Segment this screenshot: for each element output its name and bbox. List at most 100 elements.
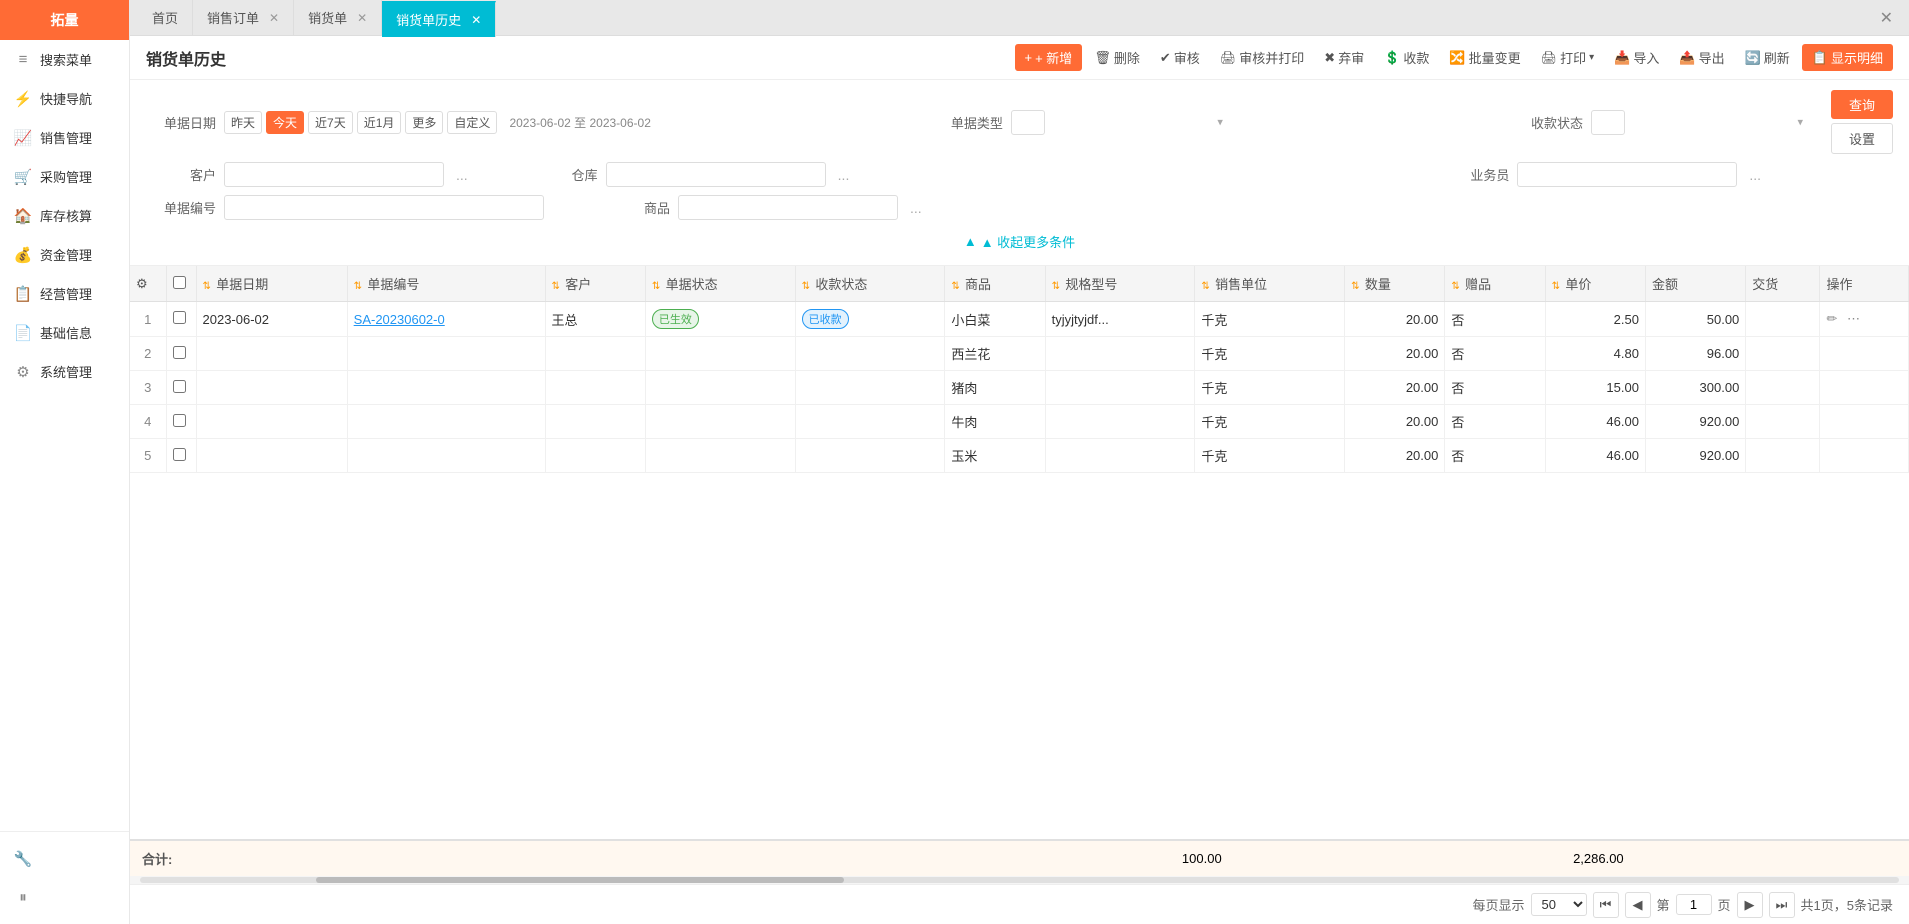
col-doc-status[interactable]: ⇅ 单据状态 [645, 266, 795, 302]
setting-button[interactable]: 设置 [1831, 123, 1893, 154]
footer-total-qty: 100.00 [1182, 851, 1222, 866]
goods-filter-input[interactable] [678, 195, 898, 220]
import-button[interactable]: 📥 导入 [1606, 44, 1667, 71]
col-gift[interactable]: ⇅ 赠品 [1445, 266, 1545, 302]
show-detail-button[interactable]: 📋 显示明细 [1802, 44, 1893, 71]
sidebar-settings-btn[interactable]: 🔧 [0, 840, 129, 878]
delete-icon: 🗑 [1094, 50, 1111, 66]
date-btn-7days[interactable]: 近7天 [308, 111, 353, 134]
sidebar-item-purchase-mgmt[interactable]: 🛒 采购管理 [0, 157, 129, 196]
more-btn-1[interactable]: ⋯ [1847, 311, 1860, 326]
audit-print-button[interactable]: 🖨 审核并打印 [1212, 44, 1313, 71]
row-action-1: ✏ ⋯ [1820, 302, 1909, 337]
page-size-select[interactable]: 50 100 200 [1531, 893, 1587, 916]
sidebar-item-quick-nav[interactable]: ⚡ 快捷导航 [0, 79, 129, 118]
row-doc-no-1[interactable]: SA-20230602-0 [347, 302, 545, 337]
date-btn-custom[interactable]: 自定义 [447, 111, 497, 134]
last-page-btn[interactable]: ⏭ [1769, 892, 1795, 918]
row-check-1[interactable] [166, 302, 196, 337]
page-number-input[interactable] [1676, 894, 1712, 915]
col-qty[interactable]: ⇅ 数量 [1345, 266, 1445, 302]
collect-status-select[interactable] [1591, 110, 1625, 135]
gear-icon[interactable]: ⚙ [136, 276, 148, 291]
refresh-button[interactable]: 🔄 刷新 [1737, 44, 1798, 71]
sidebar-item-finance-mgmt[interactable]: 💰 资金管理 [0, 235, 129, 274]
row-check-5[interactable] [166, 439, 196, 473]
col-customer[interactable]: ⇅ 客户 [545, 266, 645, 302]
col-doc-no[interactable]: ⇅ 单据编号 [347, 266, 545, 302]
col-goods[interactable]: ⇅ 商品 [945, 266, 1045, 302]
sidebar-item-sales-mgmt[interactable]: 📈 销售管理 [0, 118, 129, 157]
row-doc-no-2 [347, 337, 545, 371]
sidebar-item-inventory[interactable]: 🏠 库存核算 [0, 196, 129, 235]
prev-page-btn[interactable]: ◀ [1625, 892, 1651, 918]
filter-row-docno: 单据编号 商品 ... [146, 195, 1893, 220]
col-spec[interactable]: ⇅ 规格型号 [1045, 266, 1195, 302]
print-dropdown-icon: ▾ [1589, 52, 1594, 63]
date-btn-1month[interactable]: 近1月 [357, 111, 402, 134]
collect-button[interactable]: 💲 收款 [1376, 44, 1437, 71]
row-check-4[interactable] [166, 405, 196, 439]
row-checkbox-2[interactable] [173, 346, 186, 359]
warehouse-dots[interactable]: ... [834, 167, 854, 183]
sidebar-item-search-menu[interactable]: ≡ 搜索菜单 [0, 40, 129, 79]
col-unit-price[interactable]: ⇅ 单价 [1545, 266, 1645, 302]
row-gift-4: 否 [1445, 405, 1545, 439]
salesperson-filter-input[interactable] [1517, 162, 1737, 187]
collapse-button[interactable]: ▲ ▲ 收起更多条件 [146, 228, 1893, 255]
query-button[interactable]: 查询 [1831, 90, 1893, 119]
goods-dots[interactable]: ... [906, 200, 926, 216]
docno-filter-input[interactable] [224, 195, 544, 220]
tab-sales-history-close[interactable]: ✕ [471, 13, 481, 27]
sidebar-item-ops-mgmt[interactable]: 📋 经营管理 [0, 274, 129, 313]
row-qty-1: 20.00 [1345, 302, 1445, 337]
row-checkbox-3[interactable] [173, 380, 186, 393]
date-btn-today[interactable]: 今天 [266, 111, 304, 134]
row-check-3[interactable] [166, 371, 196, 405]
customer-dots[interactable]: ... [452, 167, 472, 183]
row-checkbox-5[interactable] [173, 448, 186, 461]
batch-change-button[interactable]: 🔀 批量变更 [1441, 44, 1528, 71]
scrollbar-thumb[interactable] [316, 877, 844, 883]
col-collect-status[interactable]: ⇅ 收款状态 [795, 266, 945, 302]
type-filter-select[interactable] [1011, 110, 1045, 135]
row-checkbox-1[interactable] [173, 311, 186, 324]
audit-button[interactable]: ✔ 审核 [1152, 44, 1208, 71]
salesperson-dots[interactable]: ... [1745, 167, 1765, 183]
export-icon: 📤 [1679, 50, 1695, 66]
next-page-btn[interactable]: ▶ [1737, 892, 1763, 918]
export-button[interactable]: 📤 导出 [1671, 44, 1732, 71]
sidebar-item-base-info[interactable]: 📄 基础信息 [0, 313, 129, 352]
tab-sales-delivery-close[interactable]: ✕ [357, 11, 367, 25]
scrollbar-track[interactable] [140, 877, 1899, 883]
tab-bar-close-btn[interactable]: ✕ [1872, 8, 1901, 28]
horizontal-scrollbar[interactable] [130, 876, 1909, 884]
warehouse-filter-input[interactable] [606, 162, 826, 187]
edit-btn-1[interactable]: ✏ [1826, 311, 1837, 326]
row-doc-date-5 [196, 439, 347, 473]
col-gear[interactable]: ⚙ [130, 266, 166, 302]
doc-no-link-1[interactable]: SA-20230602-0 [354, 312, 445, 327]
sort-icon-gift: ⇅ [1451, 281, 1459, 292]
tab-sales-order-close[interactable]: ✕ [269, 11, 279, 25]
select-all-checkbox[interactable] [173, 276, 186, 289]
customer-filter-input[interactable] [224, 162, 444, 187]
row-check-2[interactable] [166, 337, 196, 371]
abandon-button[interactable]: ✖ 弃审 [1316, 44, 1372, 71]
col-unit[interactable]: ⇅ 销售单位 [1195, 266, 1345, 302]
sidebar-item-sys-mgmt[interactable]: ⚙ 系统管理 [0, 352, 129, 391]
tab-sales-history[interactable]: 销货单历史 ✕ [382, 1, 496, 37]
row-checkbox-4[interactable] [173, 414, 186, 427]
first-page-btn[interactable]: ⏮ [1593, 892, 1619, 918]
add-button[interactable]: + + 新增 [1015, 44, 1083, 71]
page-label: 页 [1718, 895, 1731, 914]
tab-sales-order[interactable]: 销售订单 ✕ [193, 0, 294, 36]
print-button[interactable]: 🖨 打印 ▾ [1533, 44, 1603, 71]
tab-sales-delivery[interactable]: 销货单 ✕ [294, 0, 382, 36]
date-btn-more[interactable]: 更多 [405, 111, 443, 134]
tab-home[interactable]: 首页 [138, 0, 193, 36]
date-btn-yesterday[interactable]: 昨天 [224, 111, 262, 134]
delete-button[interactable]: 🗑 删除 [1086, 44, 1148, 71]
col-doc-date[interactable]: ⇅ 单据日期 [196, 266, 347, 302]
sidebar-pause-btn[interactable]: ⏸ [0, 878, 129, 916]
